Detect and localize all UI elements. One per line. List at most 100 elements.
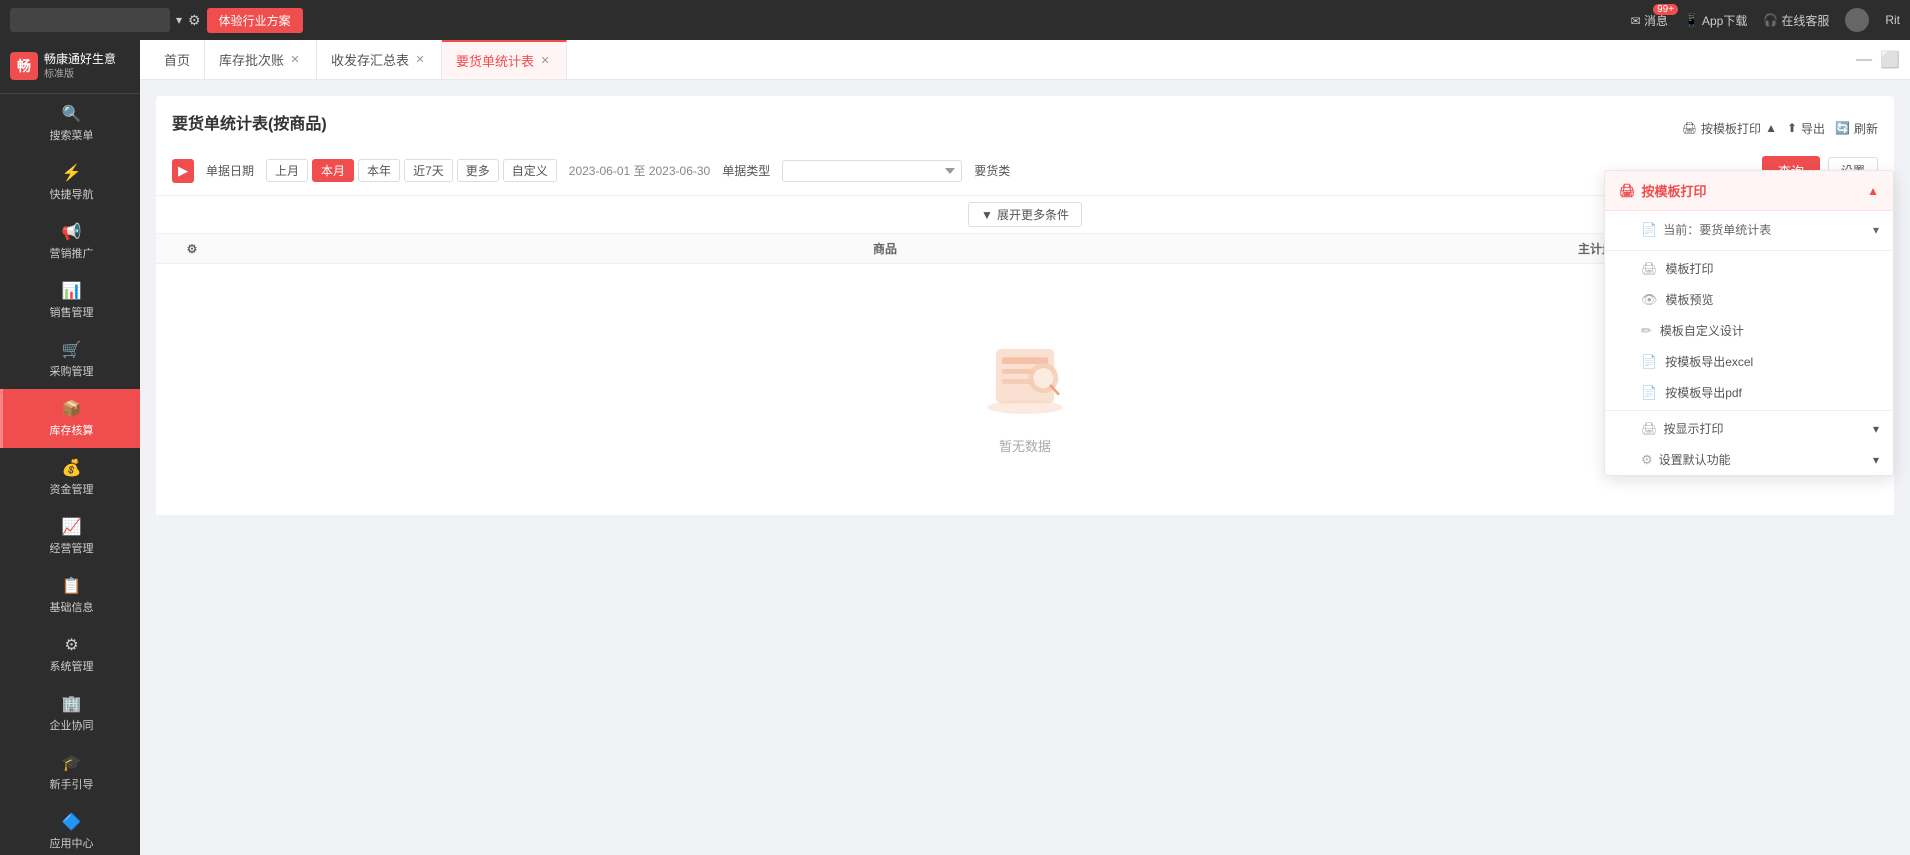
- dropdown-item-export-excel[interactable]: 📄 按模板导出excel: [1605, 346, 1893, 377]
- export-icon: ⬆: [1787, 121, 1797, 135]
- sidebar-item-operations[interactable]: 📈 经营管理: [0, 507, 140, 566]
- dropdown-divider-1: [1605, 250, 1893, 251]
- tab-inventory-batch-label: 库存批次账: [219, 50, 284, 69]
- sidebar-item-system[interactable]: ⚙ 系统管理: [0, 625, 140, 684]
- default-func-arrow: ▾: [1873, 453, 1879, 467]
- search-icon: 🔍: [62, 104, 82, 124]
- tab-maximize-icon[interactable]: ⬜: [1880, 50, 1900, 70]
- tab-order-stats[interactable]: 要货单统计表 ✕: [442, 40, 567, 79]
- sidebar-logo: 畅 畅康通好生意 标准版: [0, 40, 140, 94]
- export-pdf-icon: 📄: [1641, 385, 1657, 401]
- print-label: 按模板打印: [1701, 120, 1761, 137]
- sidebar-item-basic[interactable]: 📋 基础信息: [0, 566, 140, 625]
- dropdown-item-export-pdf[interactable]: 📄 按模板导出pdf: [1605, 377, 1893, 408]
- empty-text: 暂无数据: [999, 436, 1051, 455]
- dropdown-item-template-print[interactable]: 🖨 模板打印: [1605, 253, 1893, 284]
- dropdown-print-icon: 🖨: [1619, 183, 1636, 199]
- main-layout: 畅 畅康通好生意 标准版 🔍 搜索菜单 ⚡ 快捷导航 📢 营销推广 📊 销售管理…: [0, 40, 1910, 855]
- print-button[interactable]: 🖨 按模板打印 ▲: [1682, 120, 1777, 137]
- dropdown-item-template-design[interactable]: ✏ 模板自定义设计: [1605, 315, 1893, 346]
- sidebar-label-basic: 基础信息: [50, 599, 94, 615]
- app-download-btn[interactable]: 📱 App下载: [1684, 12, 1747, 29]
- export-pdf-label: 按模板导出pdf: [1665, 384, 1742, 401]
- sidebar-item-purchase[interactable]: 🛒 采购管理: [0, 330, 140, 389]
- export-button[interactable]: ⬆ 导出: [1787, 120, 1825, 137]
- search-input[interactable]: [10, 8, 170, 32]
- sidebar-label-operations: 经营管理: [50, 540, 94, 556]
- app-download-label: App下载: [1702, 12, 1747, 29]
- dropdown-divider-2: [1605, 410, 1893, 411]
- dropdown-current-arrow: ▾: [1873, 223, 1879, 237]
- dropdown-display-print[interactable]: 🖨 按显示打印 ▾: [1605, 413, 1893, 444]
- tab-receivable-summary[interactable]: 收发存汇总表 ✕: [317, 40, 442, 79]
- dropdown-current-template[interactable]: 📄 当前：要货单统计表 ▾: [1605, 215, 1893, 244]
- display-print-label: 按显示打印: [1664, 420, 1724, 437]
- date-btn-current[interactable]: 本月: [312, 159, 354, 182]
- quick-nav-icon: ⚡: [62, 163, 82, 183]
- default-func-icon: ⚙: [1641, 452, 1653, 468]
- sidebar-item-enterprise[interactable]: 🏢 企业协同: [0, 684, 140, 743]
- sidebar-item-guide[interactable]: 🎓 新手引导: [0, 743, 140, 802]
- date-btn-7days[interactable]: 近7天: [404, 159, 453, 182]
- sidebar-label-marketing: 营销推广: [50, 245, 94, 261]
- message-badge: 99+: [1653, 4, 1678, 15]
- dropdown-header[interactable]: 🖨 按模板打印 ▲: [1605, 171, 1893, 211]
- filter-expand-btn[interactable]: ▶: [172, 159, 194, 183]
- message-icon: ✉: [1631, 14, 1641, 28]
- gear-icon: ⚙: [187, 242, 198, 256]
- template-preview-label: 模板预览: [1666, 291, 1714, 308]
- tab-receivable-summary-close[interactable]: ✕: [413, 53, 427, 67]
- print-dropdown-arrow: ▲: [1765, 121, 1777, 135]
- page-content: 要货单统计表(按商品) 🖨 按模板打印 ▲ ⬆ 导出 🔄: [140, 80, 1910, 855]
- settings-icon[interactable]: ⚙: [188, 12, 201, 29]
- tab-order-stats-label: 要货单统计表: [456, 51, 534, 70]
- tab-home-label: 首页: [164, 50, 190, 69]
- col-settings-header[interactable]: ⚙: [172, 242, 212, 256]
- operations-icon: 📈: [62, 517, 82, 537]
- expand-conditions-btn[interactable]: ▼ 展开更多条件: [968, 202, 1082, 227]
- online-service-label: 在线客服: [1781, 12, 1829, 29]
- sidebar-label-finance: 资金管理: [50, 481, 94, 497]
- date-btn-prev[interactable]: 上月: [266, 159, 308, 182]
- date-btn-more[interactable]: 更多: [457, 159, 499, 182]
- trial-button[interactable]: 体验行业方案: [207, 8, 303, 33]
- tab-minimize-icon[interactable]: —: [1856, 51, 1872, 69]
- export-excel-icon: 📄: [1641, 354, 1657, 370]
- type-filter-select[interactable]: [782, 160, 962, 182]
- tab-order-stats-close[interactable]: ✕: [538, 54, 552, 68]
- messages-btn[interactable]: ✉ 消息 99+: [1631, 12, 1668, 29]
- refresh-label: 刷新: [1854, 120, 1878, 137]
- template-icon: 📄: [1641, 222, 1657, 238]
- date-btn-custom[interactable]: 自定义: [503, 159, 557, 182]
- online-service-btn[interactable]: 🎧 在线客服: [1763, 12, 1829, 29]
- finance-icon: 💰: [62, 458, 82, 478]
- dropdown-default-func[interactable]: ⚙ 设置默认功能 ▾: [1605, 444, 1893, 475]
- dropdown-item-template-preview[interactable]: 👁 模板预览: [1605, 284, 1893, 315]
- tab-home[interactable]: 首页: [150, 40, 205, 79]
- sidebar-item-search[interactable]: 🔍 搜索菜单: [0, 94, 140, 153]
- system-icon: ⚙: [64, 635, 78, 655]
- content-area: 首页 库存批次账 ✕ 收发存汇总表 ✕ 要货单统计表 ✕ — ⬜: [140, 40, 1910, 855]
- sidebar-item-inventory[interactable]: 📦 库存核算: [0, 389, 140, 448]
- avatar[interactable]: [1845, 8, 1869, 32]
- sidebar-label-enterprise: 企业协同: [50, 717, 94, 733]
- dropdown-title: 按模板打印: [1642, 181, 1707, 200]
- tab-inventory-batch[interactable]: 库存批次账 ✕: [205, 40, 317, 79]
- refresh-button[interactable]: 🔄 刷新: [1835, 120, 1878, 137]
- sidebar-item-sales[interactable]: 📊 销售管理: [0, 271, 140, 330]
- tab-inventory-batch-close[interactable]: ✕: [288, 53, 302, 67]
- sidebar: 畅 畅康通好生意 标准版 🔍 搜索菜单 ⚡ 快捷导航 📢 营销推广 📊 销售管理…: [0, 40, 140, 855]
- username-label: Rit: [1885, 13, 1900, 27]
- sidebar-label-quick-nav: 快捷导航: [50, 186, 94, 202]
- sidebar-item-marketing[interactable]: 📢 营销推广: [0, 212, 140, 271]
- sidebar-item-finance[interactable]: 💰 资金管理: [0, 448, 140, 507]
- date-btn-year[interactable]: 本年: [358, 159, 400, 182]
- basic-icon: 📋: [62, 576, 82, 596]
- tab-receivable-summary-label: 收发存汇总表: [331, 50, 409, 69]
- dropdown-arrow-icon[interactable]: ▾: [176, 13, 182, 27]
- display-print-arrow: ▾: [1873, 422, 1879, 436]
- sidebar-item-appstore[interactable]: 🔷 应用中心: [0, 802, 140, 855]
- sidebar-item-quick-nav[interactable]: ⚡ 快捷导航: [0, 153, 140, 212]
- dropdown-collapse-icon[interactable]: ▲: [1867, 184, 1879, 198]
- template-print-icon: 🖨: [1641, 261, 1658, 277]
